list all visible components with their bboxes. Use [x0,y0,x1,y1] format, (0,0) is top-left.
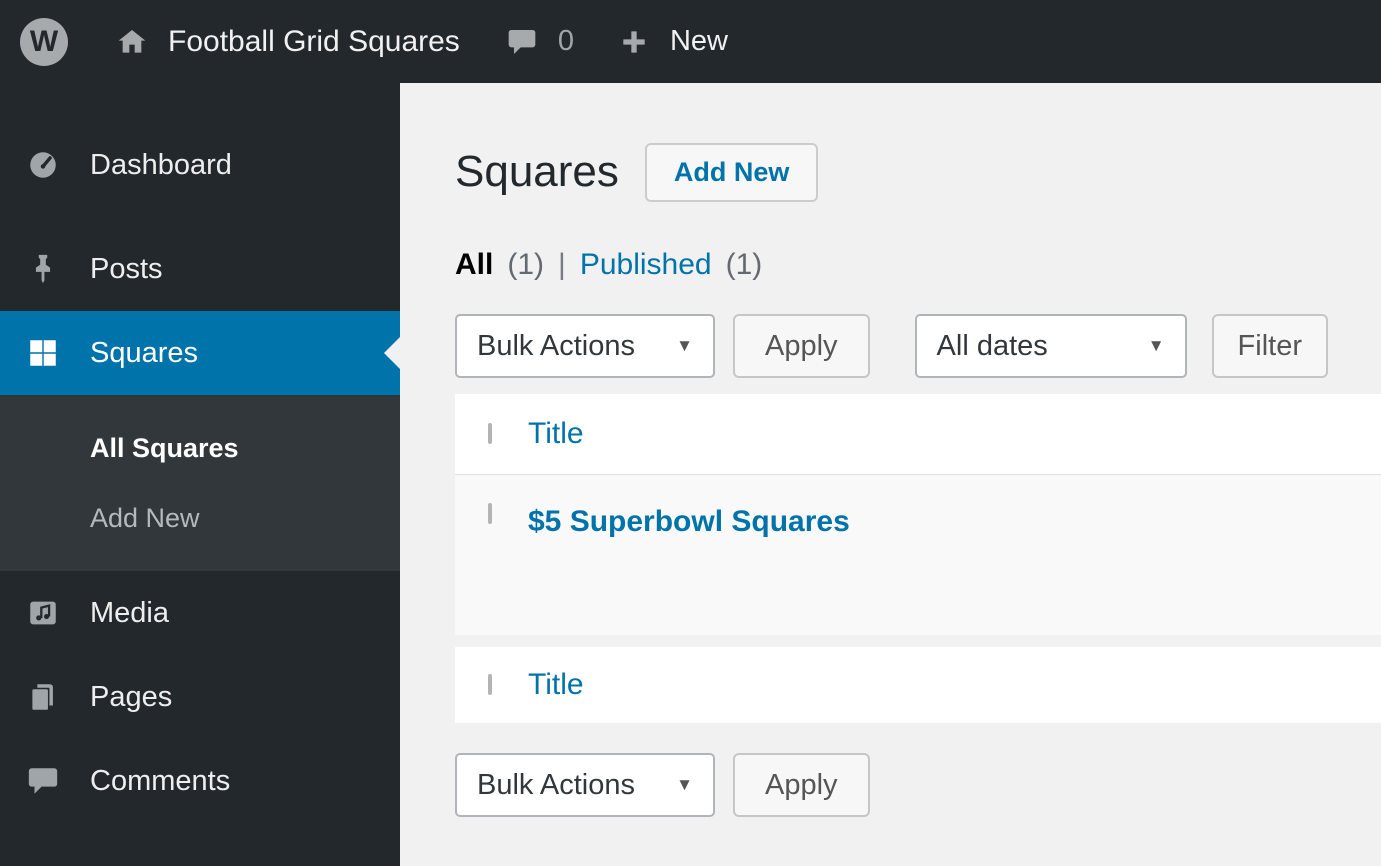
sidebar-item-comments[interactable]: Comments [0,739,400,823]
home-icon [116,26,148,58]
dropdown-arrow-icon: ▼ [1147,336,1165,355]
bulk-actions-select-bottom[interactable]: Bulk Actions ▼ [455,753,715,817]
squares-list-table: Title $5 Superbowl Squares Title [455,394,1381,723]
sidebar-item-label: Pages [90,680,173,713]
filter-published-count: (1) [725,248,763,281]
pages-icon [26,680,60,714]
sidebar-item-label: Comments [90,764,231,797]
table-header: Title [455,394,1381,475]
sidebar-item-dashboard[interactable]: Dashboard [0,123,400,207]
pushpin-icon [26,252,60,286]
menu-separator [0,207,400,227]
sidebar-item-label: Dashboard [90,148,232,181]
dashboard-icon [26,148,60,182]
bulk-actions-value: Bulk Actions [477,329,635,362]
page-header: Squares Add New [455,143,1381,202]
wordpress-admin: W Football Grid Squares 0 New Dashboard … [0,0,1381,866]
media-icon [26,596,60,630]
sidebar-item-label: Squares [90,336,199,369]
column-title-header[interactable]: Title [528,417,584,451]
sidebar-item-posts[interactable]: Posts [0,227,400,311]
main-content: Squares Add New All (1) | Published (1) … [400,83,1381,866]
select-all-checkbox-bottom[interactable] [488,674,492,695]
sidebar-item-media[interactable]: Media [0,571,400,655]
admin-bar-new[interactable]: New [618,25,728,58]
apply-button-bottom[interactable]: Apply [733,753,870,817]
status-filter-links: All (1) | Published (1) [455,248,1381,282]
filter-all-link[interactable]: All [455,248,493,282]
page-title: Squares [455,147,619,197]
current-menu-arrow-icon [368,337,400,369]
tablenav-bottom: Bulk Actions ▼ Apply [455,753,1381,817]
bulk-actions-value: Bulk Actions [477,768,635,801]
sidebar-item-label: Media [90,596,169,629]
table-row: $5 Superbowl Squares [455,475,1381,635]
filter-published-link[interactable]: Published [580,248,712,282]
grid-squares-icon [26,336,60,370]
admin-bar-comments[interactable]: 0 [506,25,574,58]
filter-all-count: (1) [507,248,545,281]
filter-separator: | [558,248,566,281]
select-all-cell [455,423,492,444]
plus-icon [618,26,650,58]
sidebar-item-all-squares[interactable]: All Squares [0,413,400,483]
wordpress-logo-icon: W [20,17,68,66]
sidebar-item-label: Posts [90,252,163,285]
squares-submenu: All Squares Add New [0,395,400,571]
select-all-checkbox[interactable] [488,423,492,444]
submenu-item-label: Add New [90,502,200,533]
date-filter-value: All dates [936,329,1048,362]
select-all-cell-bottom [455,674,492,695]
row-checkbox[interactable] [488,503,492,524]
dropdown-arrow-icon: ▼ [676,775,693,794]
wordpress-logo[interactable]: W [20,17,68,66]
submenu-item-label: All Squares [90,432,239,463]
comments-count: 0 [557,25,574,57]
table-footer: Title [455,647,1381,723]
sidebar-item-squares[interactable]: Squares [0,311,400,395]
column-title-footer[interactable]: Title [528,668,584,702]
comments-icon [26,764,60,798]
sidebar-item-pages[interactable]: Pages [0,655,400,739]
filter-all-label: All [455,248,494,281]
row-title-link[interactable]: $5 Superbowl Squares [528,505,850,539]
site-name-label: Football Grid Squares [168,24,460,58]
filter-button[interactable]: Filter [1211,314,1328,378]
apply-button[interactable]: Apply [733,314,870,378]
dropdown-arrow-icon: ▼ [676,336,693,355]
comment-bubble-icon [506,26,538,58]
tablenav-top: Bulk Actions ▼ Apply All dates ▼ Filter [455,314,1381,378]
date-filter-select[interactable]: All dates ▼ [914,314,1187,378]
admin-menu: Dashboard Posts Squares All Squares Add … [0,83,400,866]
new-label: New [669,25,728,57]
add-new-button[interactable]: Add New [644,143,819,202]
site-name-link[interactable]: Football Grid Squares [116,25,460,59]
sidebar-item-add-new[interactable]: Add New [0,483,400,553]
admin-bar: W Football Grid Squares 0 New [0,0,1381,83]
row-checkbox-cell [455,503,492,524]
bulk-actions-select[interactable]: Bulk Actions ▼ [455,314,715,378]
